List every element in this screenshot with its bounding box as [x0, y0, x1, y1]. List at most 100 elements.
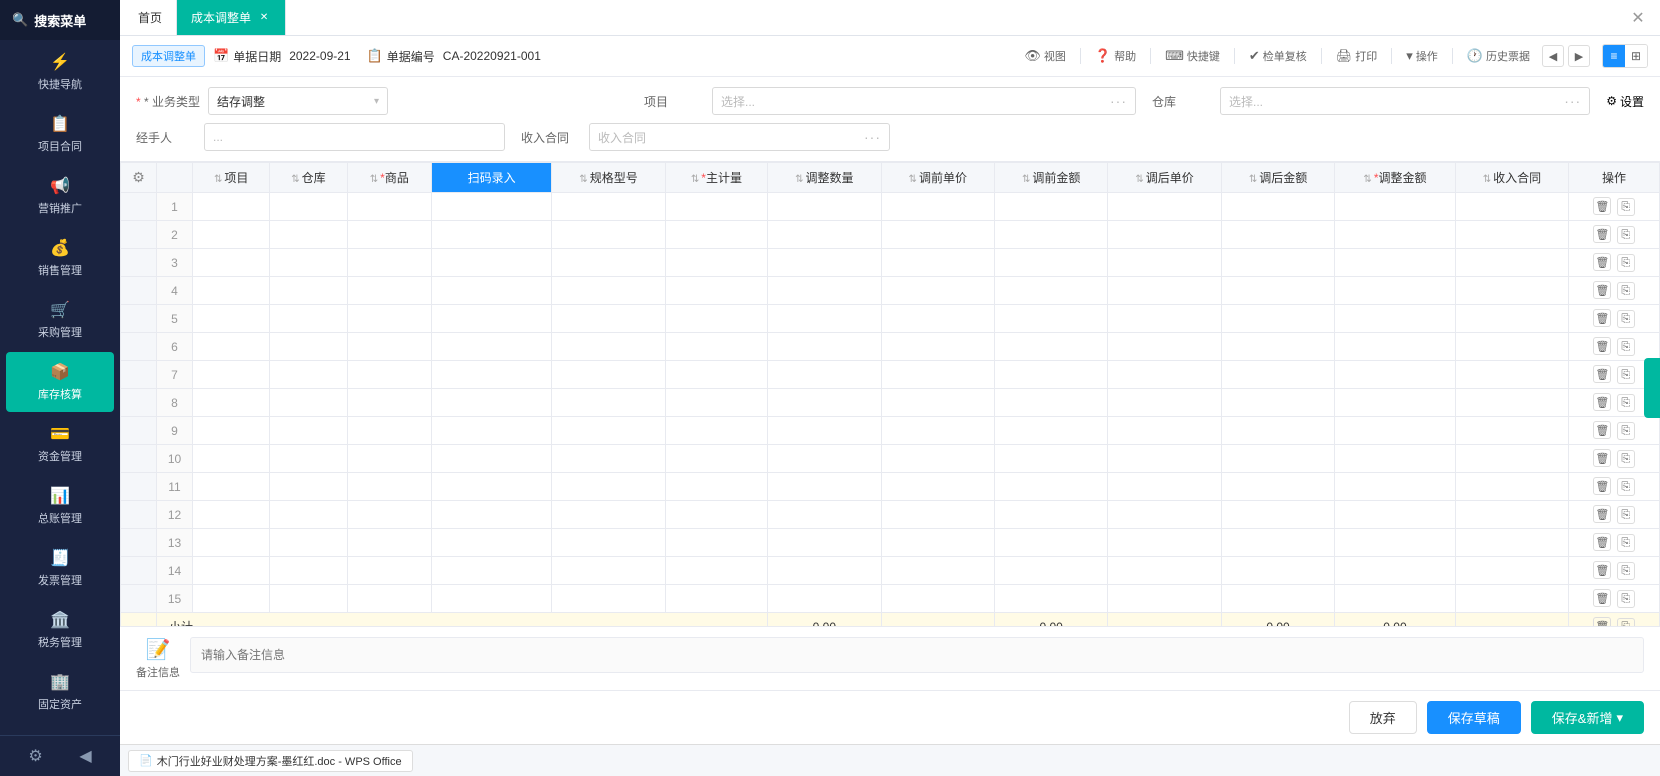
- sidebar-item-payroll[interactable]: 💵工资: [6, 724, 114, 735]
- row-project-cell[interactable]: [193, 193, 270, 221]
- row-spec-cell[interactable]: [552, 249, 665, 277]
- row-adjust-amount-cell[interactable]: [1335, 529, 1455, 557]
- row-income-contract-cell[interactable]: [1455, 557, 1568, 585]
- row-adjust-qty-cell[interactable]: [768, 277, 881, 305]
- row-copy-icon[interactable]: ⎘: [1617, 366, 1635, 384]
- row-post-amount-cell[interactable]: [1221, 221, 1334, 249]
- row-warehouse-cell[interactable]: [270, 361, 347, 389]
- table-settings-col[interactable]: ⚙: [121, 163, 157, 193]
- subtotal-copy-icon[interactable]: ⎘: [1617, 618, 1635, 626]
- row-post-price-cell[interactable]: [1108, 529, 1221, 557]
- row-pre-price-cell[interactable]: [881, 473, 994, 501]
- row-unit-cell[interactable]: [665, 361, 767, 389]
- row-post-amount-cell[interactable]: [1221, 389, 1334, 417]
- row-unit-cell[interactable]: [665, 529, 767, 557]
- row-spec-cell[interactable]: [552, 333, 665, 361]
- row-adjust-qty-cell[interactable]: [768, 333, 881, 361]
- nav-next-button[interactable]: ▶: [1568, 45, 1590, 67]
- row-post-price-cell[interactable]: [1108, 473, 1221, 501]
- header-action-check[interactable]: ✔检单复核: [1249, 48, 1307, 64]
- row-goods-cell[interactable]: [347, 473, 431, 501]
- row-post-price-cell[interactable]: [1108, 585, 1221, 613]
- sidebar-item-inventory[interactable]: 📦库存核算: [6, 352, 114, 412]
- row-copy-icon[interactable]: ⎘: [1617, 590, 1635, 608]
- row-spec-cell[interactable]: [552, 557, 665, 585]
- row-income-contract-cell[interactable]: [1455, 417, 1568, 445]
- row-spec-cell[interactable]: [552, 501, 665, 529]
- row-copy-icon[interactable]: ⎘: [1617, 198, 1635, 216]
- row-adjust-amount-cell[interactable]: [1335, 249, 1455, 277]
- row-adjust-amount-cell[interactable]: [1335, 193, 1455, 221]
- row-income-contract-cell[interactable]: [1455, 361, 1568, 389]
- row-project-cell[interactable]: [193, 333, 270, 361]
- row-unit-cell[interactable]: [665, 445, 767, 473]
- warehouse-settings-button[interactable]: ⚙ 设置: [1606, 93, 1644, 110]
- row-scan-cell[interactable]: [431, 445, 551, 473]
- row-post-amount-cell[interactable]: [1221, 333, 1334, 361]
- row-project-cell[interactable]: [193, 221, 270, 249]
- row-warehouse-cell[interactable]: [270, 249, 347, 277]
- row-goods-cell[interactable]: [347, 557, 431, 585]
- row-scan-cell[interactable]: [431, 585, 551, 613]
- row-warehouse-cell[interactable]: [270, 221, 347, 249]
- row-adjust-amount-cell[interactable]: [1335, 445, 1455, 473]
- row-delete-icon[interactable]: 🗑: [1593, 225, 1611, 243]
- row-project-cell[interactable]: [193, 501, 270, 529]
- sidebar-search-label[interactable]: 搜索菜单: [34, 11, 86, 30]
- row-adjust-qty-cell[interactable]: [768, 417, 881, 445]
- tab-close-button[interactable]: ✕: [257, 11, 271, 25]
- header-action-print[interactable]: 🖨打印: [1336, 48, 1378, 64]
- row-project-cell[interactable]: [193, 557, 270, 585]
- row-scan-cell[interactable]: [431, 529, 551, 557]
- row-warehouse-cell[interactable]: [270, 305, 347, 333]
- row-adjust-amount-cell[interactable]: [1335, 389, 1455, 417]
- sidebar-item-tax[interactable]: 🏛️税务管理: [6, 600, 114, 660]
- row-post-amount-cell[interactable]: [1221, 277, 1334, 305]
- business-type-select[interactable]: 结存调整 ▾: [208, 87, 388, 115]
- row-post-amount-cell[interactable]: [1221, 445, 1334, 473]
- row-copy-icon[interactable]: ⎘: [1617, 506, 1635, 524]
- row-project-cell[interactable]: [193, 445, 270, 473]
- warehouse-input[interactable]: 选择... ···: [1220, 87, 1590, 115]
- row-unit-cell[interactable]: [665, 305, 767, 333]
- row-project-cell[interactable]: [193, 249, 270, 277]
- row-post-price-cell[interactable]: [1108, 557, 1221, 585]
- row-pre-amount-cell[interactable]: [994, 249, 1107, 277]
- row-pre-price-cell[interactable]: [881, 361, 994, 389]
- row-post-price-cell[interactable]: [1108, 221, 1221, 249]
- row-goods-cell[interactable]: [347, 529, 431, 557]
- row-goods-cell[interactable]: [347, 305, 431, 333]
- sidebar-item-purchase-mgmt[interactable]: 🛒采购管理: [6, 290, 114, 350]
- row-post-price-cell[interactable]: [1108, 249, 1221, 277]
- row-copy-icon[interactable]: ⎘: [1617, 478, 1635, 496]
- row-copy-icon[interactable]: ⎘: [1617, 534, 1635, 552]
- project-input[interactable]: 选择... ···: [712, 87, 1136, 115]
- row-project-cell[interactable]: [193, 277, 270, 305]
- row-adjust-amount-cell[interactable]: [1335, 417, 1455, 445]
- view-list-button[interactable]: ≡: [1603, 45, 1625, 67]
- table-col-scan[interactable]: 扫码录入: [431, 163, 551, 193]
- row-scan-cell[interactable]: [431, 333, 551, 361]
- row-project-cell[interactable]: [193, 305, 270, 333]
- row-unit-cell[interactable]: [665, 389, 767, 417]
- row-delete-icon[interactable]: 🗑: [1593, 197, 1611, 215]
- row-scan-cell[interactable]: [431, 221, 551, 249]
- tab-cost-adjust[interactable]: 成本调整单✕: [177, 0, 286, 35]
- row-warehouse-cell[interactable]: [270, 557, 347, 585]
- row-pre-amount-cell[interactable]: [994, 445, 1107, 473]
- row-income-contract-cell[interactable]: [1455, 585, 1568, 613]
- row-pre-amount-cell[interactable]: [994, 557, 1107, 585]
- row-adjust-amount-cell[interactable]: [1335, 333, 1455, 361]
- notes-input[interactable]: [190, 637, 1644, 673]
- row-spec-cell[interactable]: [552, 193, 665, 221]
- row-goods-cell[interactable]: [347, 193, 431, 221]
- row-post-price-cell[interactable]: [1108, 333, 1221, 361]
- row-income-contract-cell[interactable]: [1455, 305, 1568, 333]
- row-delete-icon[interactable]: 🗑: [1593, 449, 1611, 467]
- row-unit-cell[interactable]: [665, 557, 767, 585]
- row-goods-cell[interactable]: [347, 417, 431, 445]
- sidebar-item-sales-mgmt[interactable]: 💰销售管理: [6, 228, 114, 288]
- sidebar-item-quick-nav[interactable]: ⚡快捷导航: [6, 42, 114, 102]
- row-delete-icon[interactable]: 🗑: [1593, 589, 1611, 607]
- settings-icon[interactable]: ⚙: [28, 746, 42, 766]
